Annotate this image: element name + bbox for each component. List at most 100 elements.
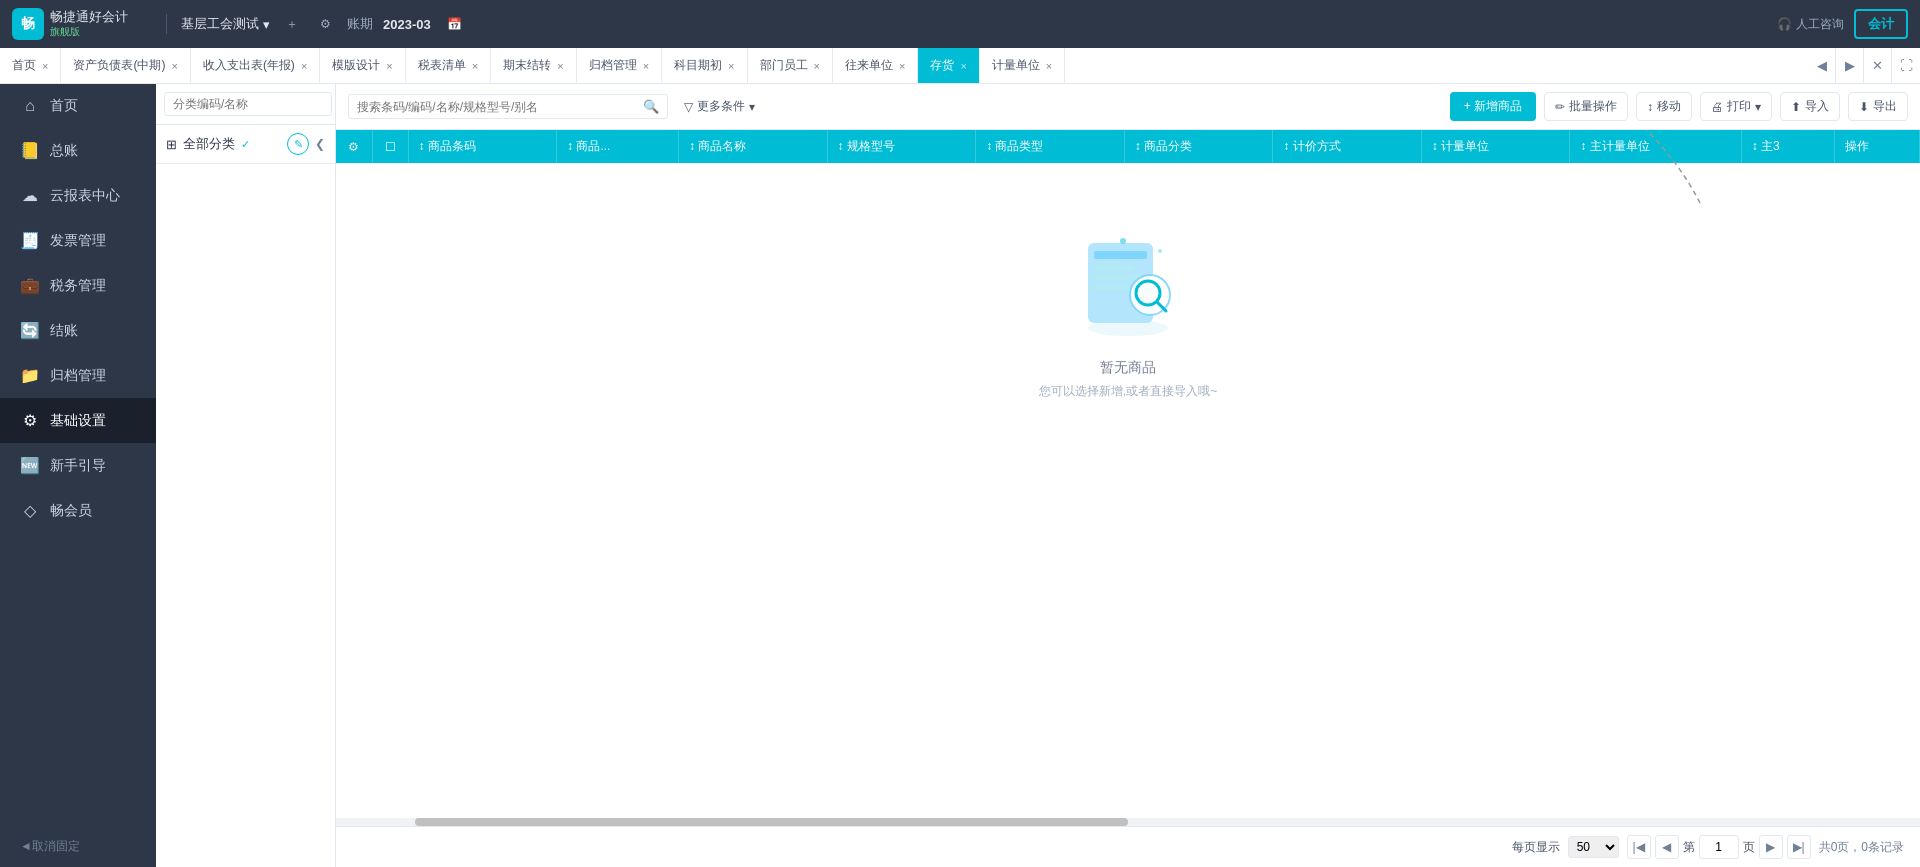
tab-item[interactable]: 部门员工×	[748, 48, 833, 84]
th-spec[interactable]: ↕ 规格型号	[827, 130, 976, 163]
cancel-pin-btn[interactable]: ◄取消固定	[0, 826, 156, 867]
add-product-btn[interactable]: + 新增商品	[1450, 92, 1536, 121]
tab-close-btn[interactable]: ×	[960, 60, 966, 72]
th-settings[interactable]: ⚙	[336, 130, 372, 163]
sidebar-item-tax[interactable]: 💼 税务管理	[0, 263, 156, 308]
th-main-unit[interactable]: ↕ 主计量单位	[1570, 130, 1741, 163]
tab-close-btn[interactable]: ×	[728, 60, 734, 72]
tab-close-btn[interactable]: ×	[301, 60, 307, 72]
svg-rect-3	[1094, 251, 1147, 259]
sidebar-item-home[interactable]: ⌂ 首页	[0, 84, 156, 128]
tab-close-all[interactable]: ✕	[1864, 48, 1892, 84]
tab-item[interactable]: 税表清单×	[406, 48, 491, 84]
tab-label: 计量单位	[992, 57, 1040, 74]
tab-label: 科目期初	[674, 57, 722, 74]
page-size-select[interactable]: 50 100 200	[1568, 836, 1619, 858]
sidebar-label-report: 云报表中心	[50, 187, 120, 205]
sidebar-label-home: 首页	[50, 97, 78, 115]
th-category[interactable]: ↕ 商品分类	[1124, 130, 1273, 163]
tab-item[interactable]: 存货×	[918, 48, 979, 84]
move-btn[interactable]: ↕ 移动	[1636, 92, 1692, 121]
human-consult-btn[interactable]: 🎧 人工咨询	[1777, 16, 1844, 33]
tab-item[interactable]: 往来单位×	[833, 48, 918, 84]
sidebar-item-guide[interactable]: 🆕 新手引导	[0, 443, 156, 488]
prev-page-btn[interactable]: ◀	[1655, 835, 1679, 859]
sidebar-label-tax: 税务管理	[50, 277, 106, 295]
th-code[interactable]: ↕ 商品...	[557, 130, 679, 163]
main-search-input[interactable]	[357, 100, 639, 114]
th-unit[interactable]: ↕ 计量单位	[1421, 130, 1570, 163]
batch-op-btn[interactable]: ✏ 批量操作	[1544, 92, 1628, 121]
export-btn[interactable]: ⬇ 导出	[1848, 92, 1908, 121]
last-page-btn[interactable]: ▶|	[1787, 835, 1811, 859]
filter-btn[interactable]: ▽ 更多条件 ▾	[676, 94, 763, 119]
th-barcode[interactable]: ↕ 商品条码	[408, 130, 557, 163]
tab-close-btn[interactable]: ×	[557, 60, 563, 72]
tax-icon: 💼	[20, 276, 40, 295]
horizontal-scroll[interactable]	[336, 818, 1920, 826]
report-icon: ☁	[20, 186, 40, 205]
th-checkbox[interactable]: ☐	[372, 130, 408, 163]
add-tab-button[interactable]: ＋	[280, 12, 304, 37]
sidebar-item-basic[interactable]: ⚙ 基础设置	[0, 398, 156, 443]
sidebar-item-member[interactable]: ◇ 畅会员	[0, 488, 156, 533]
tab-item[interactable]: 科目期初 ×	[662, 48, 747, 84]
tab-label: 资产负债表(中期)	[73, 57, 165, 74]
tab-scroll-right[interactable]: ▶	[1836, 48, 1864, 84]
th-type[interactable]: ↕ 商品类型	[976, 130, 1125, 163]
tab-close-btn[interactable]: ×	[643, 60, 649, 72]
category-search-input[interactable]	[164, 92, 332, 116]
tab-close-btn[interactable]: ×	[386, 60, 392, 72]
sidebar-item-invoice[interactable]: 🧾 发票管理	[0, 218, 156, 263]
tab-item[interactable]: 期末结转×	[491, 48, 576, 84]
tab-item[interactable]: 模版设计×	[320, 48, 405, 84]
content-area: 🔍 ⊞ 全部分类 ✓ ✎ ❮ 🔍	[156, 84, 1920, 867]
tab-item[interactable]: 资产负债表(中期) ×	[61, 48, 190, 84]
import-btn[interactable]: ⬆ 导入	[1780, 92, 1840, 121]
account-button[interactable]: 会计	[1854, 9, 1908, 39]
tab-close-btn[interactable]: ×	[171, 60, 177, 72]
print-btn[interactable]: 🖨 打印 ▾	[1700, 92, 1772, 121]
tab-close-btn[interactable]: ×	[472, 60, 478, 72]
tab-scroll-left[interactable]: ◀	[1808, 48, 1836, 84]
next-page-btn[interactable]: ▶	[1759, 835, 1783, 859]
grid-icon: ⊞	[166, 137, 177, 152]
per-page-label: 每页显示	[1512, 839, 1560, 856]
sidebar-item-report[interactable]: ☁ 云报表中心	[0, 173, 156, 218]
calendar-icon[interactable]: 📅	[441, 13, 468, 35]
sidebar-item-settle[interactable]: 🔄 结账	[0, 308, 156, 353]
scroll-thumb[interactable]	[415, 818, 1128, 826]
search-icon[interactable]: 🔍	[643, 99, 659, 114]
settings-icon-btn[interactable]: ⚙	[314, 13, 337, 35]
tab-close-btn[interactable]: ×	[814, 60, 820, 72]
page-number-input[interactable]	[1699, 835, 1739, 859]
tab-expand[interactable]: ⛶	[1892, 48, 1920, 84]
svg-rect-6	[1094, 285, 1129, 290]
sidebar-item-ledger[interactable]: 📒 总账	[0, 128, 156, 173]
company-selector[interactable]: 基层工会测试 ▾	[181, 15, 270, 33]
tab-label: 首页	[12, 57, 36, 74]
import-icon: ⬆	[1791, 100, 1801, 114]
sidebar-item-archive[interactable]: 📁 归档管理	[0, 353, 156, 398]
chevron-down-icon: ▾	[263, 17, 270, 32]
empty-state: 暂无商品 您可以选择新增,或者直接导入哦~	[336, 163, 1920, 460]
tab-close-btn[interactable]: ×	[1046, 60, 1052, 72]
category-edit-btn[interactable]: ✎	[287, 133, 309, 155]
th-col3[interactable]: ↕ 主3	[1741, 130, 1834, 163]
tab-item[interactable]: 计量单位 ×	[980, 48, 1065, 84]
tab-item[interactable]: 归档管理×	[577, 48, 662, 84]
page-suffix: 页	[1743, 839, 1755, 856]
th-pricing[interactable]: ↕ 计价方式	[1273, 130, 1422, 163]
first-page-btn[interactable]: |◀	[1627, 835, 1651, 859]
empty-image	[1068, 223, 1188, 343]
app-logo: 畅	[12, 8, 44, 40]
tab-close-btn[interactable]: ×	[899, 60, 905, 72]
th-name[interactable]: ↕ 商品名称	[679, 130, 828, 163]
tab-close-btn[interactable]: ×	[42, 60, 48, 72]
tab-item[interactable]: 收入支出表(年报)×	[191, 48, 320, 84]
page-nav: |◀ ◀ 第 页 ▶ ▶|	[1627, 835, 1811, 859]
table-container: ⚙ ☐ ↕ 商品条码 ↕ 商品... ↕ 商品名称 ↕ 规格型号 ↕ 商品类型 …	[336, 130, 1920, 818]
category-collapse-icon[interactable]: ❮	[315, 137, 325, 151]
sidebar-items: ⌂ 首页 📒 总账 ☁ 云报表中心 🧾 发票管理 💼 税务管理 🔄 结账 📁 归…	[0, 84, 156, 533]
tab-item[interactable]: 首页 ×	[0, 48, 61, 84]
